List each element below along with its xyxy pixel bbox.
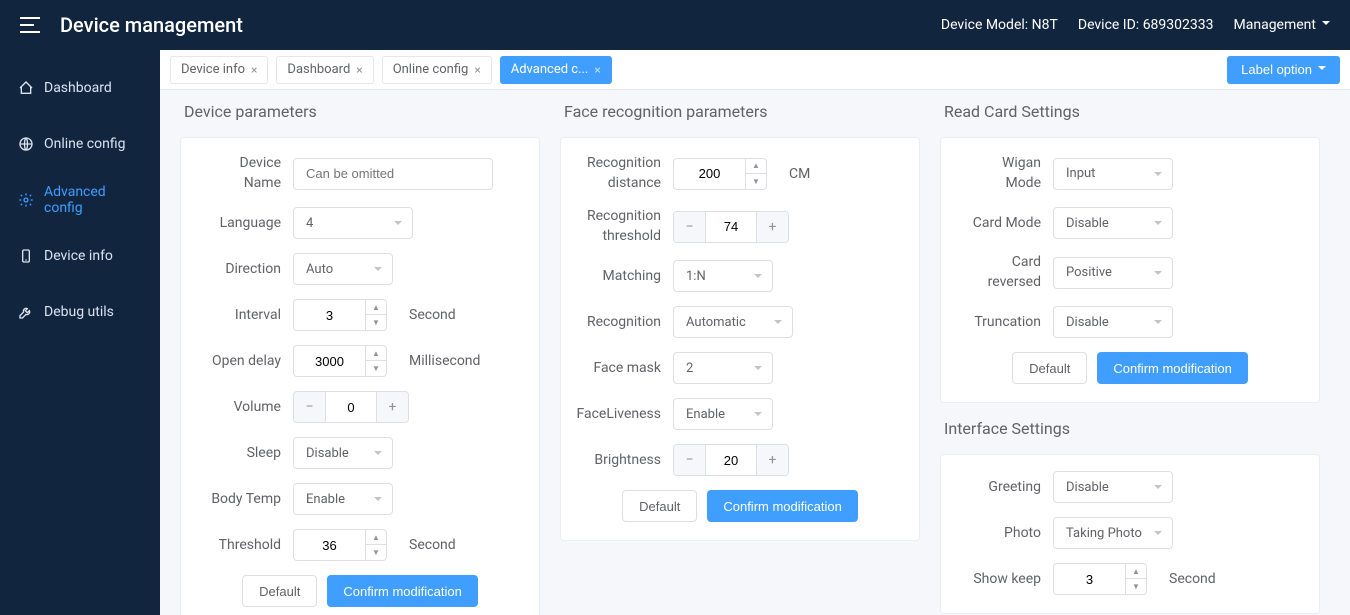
body-temp-select[interactable]: Enable [293, 483, 393, 515]
panel-title-device-params: Device parameters [180, 100, 540, 123]
stepper-down-icon[interactable]: ▼ [1126, 579, 1146, 594]
card-reversed-select[interactable]: Positive [1053, 257, 1173, 289]
stepper-up-icon[interactable]: ▲ [366, 300, 386, 315]
stepper-up-icon[interactable]: ▲ [746, 159, 766, 174]
stepper-down-icon[interactable]: ▼ [366, 361, 386, 376]
stepper-down-icon[interactable]: ▼ [366, 545, 386, 560]
confirm-button[interactable]: Confirm modification [1097, 352, 1248, 384]
recognition-select[interactable]: Automatic [673, 306, 793, 338]
sleep-select[interactable]: Disable [293, 437, 393, 469]
show-keep-stepper[interactable]: ▲▼ [1053, 563, 1147, 595]
device-id: Device ID: 689302333 [1078, 17, 1214, 33]
sidebar: Dashboard Online config Advanced config … [0, 50, 160, 615]
management-dropdown[interactable]: Management [1234, 17, 1330, 33]
sidebar-item-label: Device info [44, 248, 113, 264]
app-header: Device management Device Model: N8T Devi… [0, 0, 1350, 50]
truncation-select[interactable]: Disable [1053, 306, 1173, 338]
language-select[interactable]: 4 [293, 207, 413, 239]
caret-down-icon [1322, 17, 1330, 33]
volume-stepper[interactable]: − + [293, 391, 409, 423]
sidebar-item-debug-utils[interactable]: Debug utils [0, 284, 160, 340]
face-mask-select[interactable]: 2 [673, 352, 773, 384]
direction-select[interactable]: Auto [293, 253, 393, 285]
confirm-button[interactable]: Confirm modification [707, 490, 858, 522]
label-option-button[interactable]: Label option [1227, 56, 1340, 84]
tab-device-info[interactable]: Device info× [170, 56, 268, 84]
panel-title-face-params: Face recognition parameters [560, 100, 920, 123]
card-mode-select[interactable]: Disable [1053, 207, 1173, 239]
sidebar-item-label: Debug utils [44, 304, 114, 320]
menu-toggle-icon[interactable] [20, 17, 40, 33]
open-delay-stepper[interactable]: ▲▼ [293, 345, 387, 377]
plus-icon[interactable]: + [756, 445, 788, 475]
wrench-icon [18, 304, 34, 320]
tab-dashboard[interactable]: Dashboard× [276, 56, 373, 84]
device-name-input[interactable] [293, 158, 493, 190]
interval-stepper[interactable]: ▲▼ [293, 299, 387, 331]
stepper-down-icon[interactable]: ▼ [746, 174, 766, 189]
close-icon[interactable]: × [356, 63, 362, 77]
close-icon[interactable]: × [474, 63, 480, 77]
default-button[interactable]: Default [1012, 352, 1087, 384]
minus-icon[interactable]: − [674, 445, 706, 475]
tab-bar: Device info× Dashboard× Online config× A… [160, 50, 1350, 90]
panel-title-interface: Interface Settings [940, 417, 1320, 440]
stepper-up-icon[interactable]: ▲ [366, 530, 386, 545]
caret-down-icon [1318, 62, 1326, 77]
close-icon[interactable]: × [594, 63, 600, 77]
recognition-threshold-stepper[interactable]: − + [673, 211, 789, 243]
recognition-distance-stepper[interactable]: ▲▼ [673, 158, 767, 190]
panel-interface: Greeting Disable Photo Taking Photo Show… [940, 454, 1320, 614]
sidebar-item-online-config[interactable]: Online config [0, 116, 160, 172]
close-icon[interactable]: × [251, 63, 257, 77]
panel-read-card: WiganMode Input Card Mode Disable Cardre… [940, 137, 1320, 403]
home-icon [18, 80, 34, 96]
panel-face-params: Recognitiondistance ▲▼ CM Recognitionthr… [560, 137, 920, 541]
minus-icon[interactable]: − [674, 212, 706, 242]
plus-icon[interactable]: + [756, 212, 788, 242]
sidebar-item-label: Dashboard [44, 80, 112, 96]
tab-online-config[interactable]: Online config× [382, 56, 492, 84]
app-title: Device management [60, 13, 243, 37]
device-icon [18, 248, 34, 264]
stepper-up-icon[interactable]: ▲ [1126, 564, 1146, 579]
default-button[interactable]: Default [622, 490, 697, 522]
greeting-select[interactable]: Disable [1053, 471, 1173, 503]
threshold-stepper[interactable]: ▲▼ [293, 529, 387, 561]
panel-device-params: DeviceName Language 4 Direction Auto [180, 137, 540, 615]
default-button[interactable]: Default [242, 575, 317, 607]
globe-icon [18, 136, 34, 152]
sidebar-item-advanced-config[interactable]: Advanced config [0, 172, 160, 228]
tab-advanced-config[interactable]: Advanced c...× [500, 56, 612, 84]
matching-select[interactable]: 1:N [673, 260, 773, 292]
gear-icon [18, 192, 34, 208]
photo-select[interactable]: Taking Photo [1053, 517, 1173, 549]
brightness-stepper[interactable]: − + [673, 444, 789, 476]
sidebar-item-device-info[interactable]: Device info [0, 228, 160, 284]
confirm-button[interactable]: Confirm modification [327, 575, 478, 607]
sidebar-item-dashboard[interactable]: Dashboard [0, 60, 160, 116]
stepper-down-icon[interactable]: ▼ [366, 315, 386, 330]
wigan-mode-select[interactable]: Input [1053, 158, 1173, 190]
minus-icon[interactable]: − [294, 392, 326, 422]
face-liveness-select[interactable]: Enable [673, 398, 773, 430]
panel-title-read-card: Read Card Settings [940, 100, 1320, 123]
sidebar-item-label: Advanced config [44, 184, 142, 216]
device-model: Device Model: N8T [941, 17, 1058, 33]
stepper-up-icon[interactable]: ▲ [366, 346, 386, 361]
sidebar-item-label: Online config [44, 136, 125, 152]
plus-icon[interactable]: + [376, 392, 408, 422]
